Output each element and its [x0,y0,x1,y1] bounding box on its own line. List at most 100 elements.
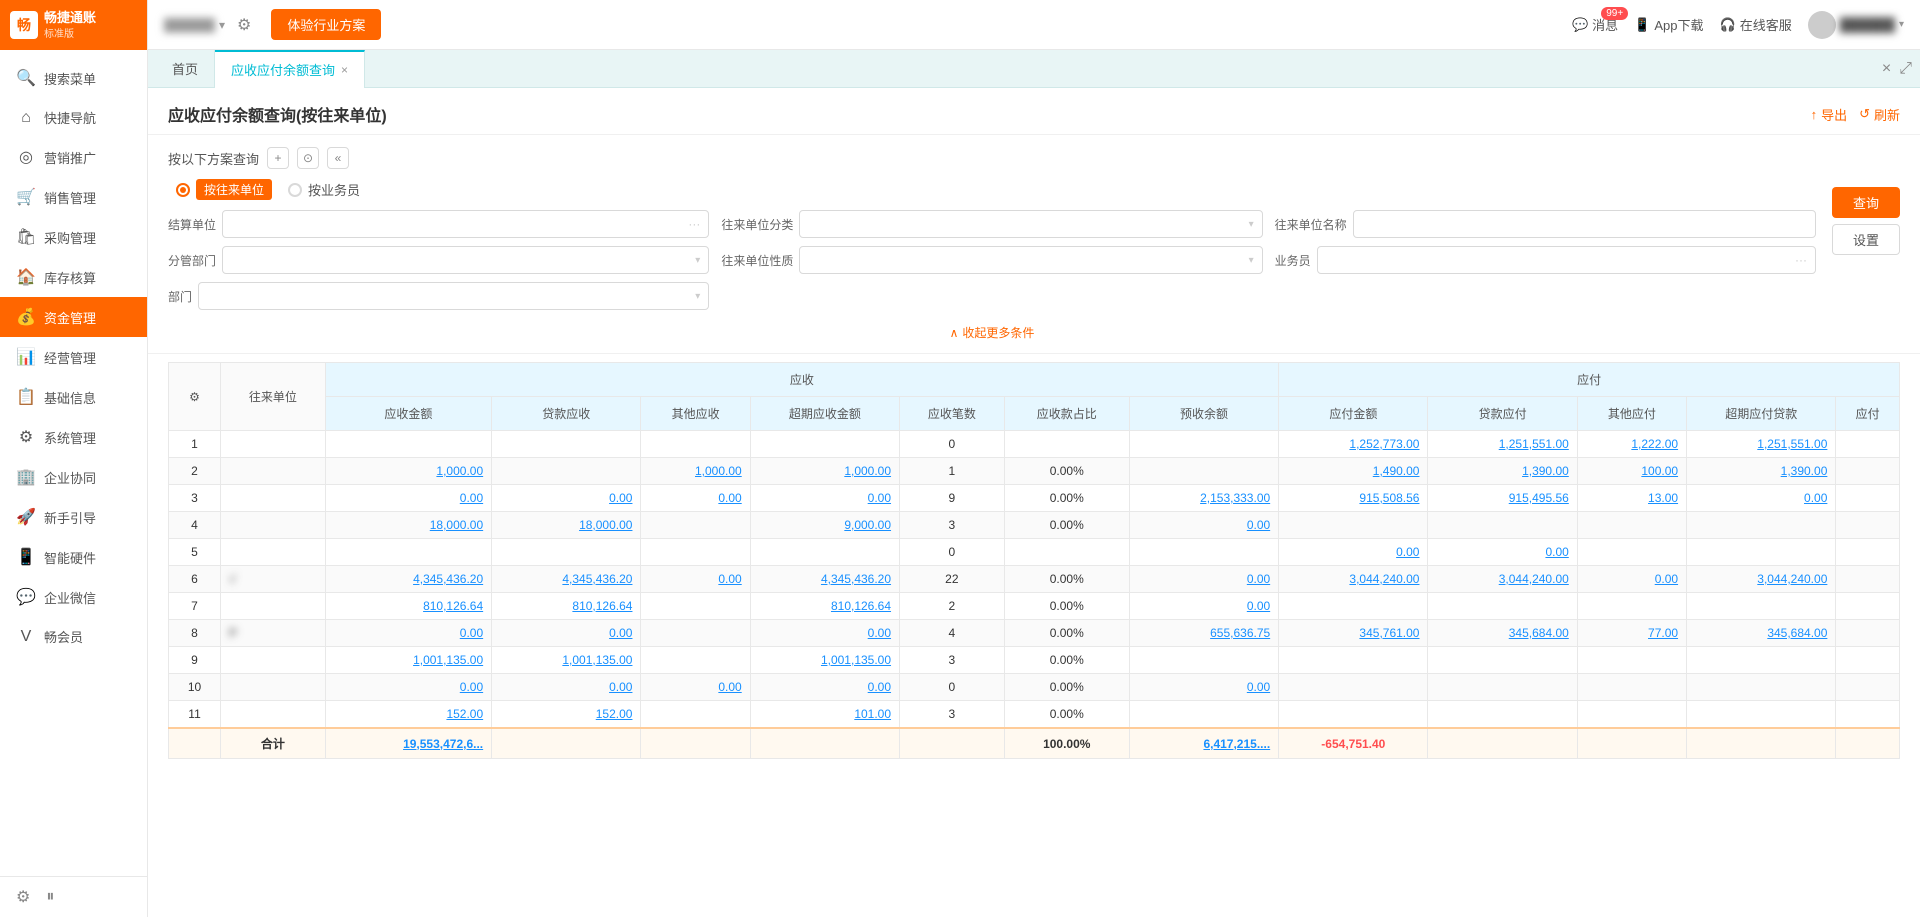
sidebar-item-guide[interactable]: 🚀新手引导 [0,497,147,537]
cell-3[interactable]: 1,001,135.00 [492,647,641,674]
app-download-btn[interactable]: 📱 App下载 [1634,15,1703,34]
cell-9[interactable] [1279,512,1428,539]
cell-10[interactable] [1428,674,1577,701]
cell-10[interactable]: 1,251,551.00 [1428,431,1577,458]
cell-2[interactable]: 0.00 [325,485,491,512]
cell-8[interactable] [1129,431,1278,458]
cell-12[interactable] [1687,701,1836,729]
cell-2[interactable]: 4,345,436.20 [325,566,491,593]
cell-13[interactable] [1836,512,1900,539]
cell-13[interactable] [1836,566,1900,593]
cell-8[interactable] [1129,701,1278,729]
cell-12[interactable]: 345,684.00 [1687,620,1836,647]
cell-13[interactable] [1836,674,1900,701]
cell-9[interactable]: 1,490.00 [1279,458,1428,485]
sidebar-item-smart-hw[interactable]: 📱智能硬件 [0,537,147,577]
cell-9[interactable]: 3,044,240.00 [1279,566,1428,593]
cell-5[interactable] [750,431,899,458]
cell-13[interactable] [1836,701,1900,729]
cell-2[interactable]: 1,001,135.00 [325,647,491,674]
cell-3[interactable] [492,458,641,485]
cell-10[interactable]: 915,495.56 [1428,485,1577,512]
expand-icon[interactable]: ⤢ [1899,60,1912,78]
cell-4[interactable] [641,620,750,647]
cell-10[interactable]: 0.00 [1428,539,1577,566]
cell-2[interactable] [325,539,491,566]
cell-9[interactable]: 1,252,773.00 [1279,431,1428,458]
cell-8[interactable]: 0.00 [1129,512,1278,539]
sidebar-item-sales[interactable]: 🛒销售管理 [0,177,147,217]
cell-4[interactable]: 1,000.00 [641,458,750,485]
cell-4[interactable]: 0.00 [641,485,750,512]
filter-settings-btn[interactable]: ⊙ [297,147,319,169]
filter-option-by-salesman[interactable]: 按业务员 [288,179,360,200]
sidebar-item-purchase[interactable]: 🛍采购管理 [0,217,147,257]
cell-11[interactable]: 100.00 [1577,458,1686,485]
cell-8[interactable]: 655,636.75 [1129,620,1278,647]
sidebar-item-search-menu[interactable]: 🔍搜索菜单 [0,58,147,98]
cell-11[interactable]: 0.00 [1577,566,1686,593]
cell-9[interactable] [1279,593,1428,620]
tab-home[interactable]: 首页 [156,50,215,88]
cell-3[interactable] [492,431,641,458]
cell-3[interactable]: 0.00 [492,485,641,512]
sidebar-item-inventory[interactable]: 🏠库存核算 [0,257,147,297]
cell-3[interactable] [492,539,641,566]
dept-managed-select[interactable]: ▾ [222,246,709,274]
cell-13[interactable] [1836,593,1900,620]
filter-option-by-unit[interactable]: 按往来单位 [176,179,272,200]
tab-close-icon[interactable]: × [341,63,348,77]
cell-11[interactable] [1577,539,1686,566]
cell-4[interactable] [641,431,750,458]
cell-13[interactable] [1836,431,1900,458]
cell-9[interactable] [1279,701,1428,729]
cell-5[interactable]: 101.00 [750,701,899,729]
cell-3[interactable]: 4,345,436.20 [492,566,641,593]
sidebar-item-wechat[interactable]: 💬企业微信 [0,577,147,617]
online-service-btn[interactable]: 🎧 在线客服 [1720,15,1792,34]
cell-4[interactable] [641,593,750,620]
cell-4[interactable] [641,512,750,539]
cell-13[interactable] [1836,458,1900,485]
cell-5[interactable]: 0.00 [750,485,899,512]
sidebar-item-system[interactable]: ⚙系统管理 [0,417,147,457]
cell-2[interactable]: 0.00 [325,620,491,647]
cell-3[interactable]: 810,126.64 [492,593,641,620]
export-btn[interactable]: ↑ 导出 [1811,105,1848,124]
sidebar-item-funds[interactable]: 💰资金管理 [0,297,147,337]
cell-2[interactable]: 0.00 [325,674,491,701]
cell-5[interactable]: 810,126.64 [750,593,899,620]
unit-category-select[interactable]: ▾ [799,210,1262,238]
refresh-btn[interactable]: ↺ 刷新 [1859,105,1900,124]
gear-icon[interactable]: ⚙ [16,887,30,907]
cell-8[interactable] [1129,539,1278,566]
cell-8[interactable]: 2,153,333.00 [1129,485,1278,512]
sidebar-item-operations[interactable]: 📊经营管理 [0,337,147,377]
cell-12[interactable] [1687,593,1836,620]
sidebar-item-basic-info[interactable]: 📋基础信息 [0,377,147,417]
sidebar-item-quick-nav[interactable]: ⌂快捷导航 [0,98,147,137]
cell-2[interactable]: 1,000.00 [325,458,491,485]
cell-3[interactable]: 0.00 [492,674,641,701]
cell-11[interactable] [1577,647,1686,674]
filter-collapse-btn[interactable]: « [327,147,349,169]
cell-11[interactable] [1577,674,1686,701]
cell-8[interactable]: 0.00 [1129,566,1278,593]
query-btn[interactable]: 查询 [1832,187,1900,218]
cell-11[interactable]: 77.00 [1577,620,1686,647]
cell-12[interactable]: 1,390.00 [1687,458,1836,485]
topbar-gear-icon[interactable]: ⚙ [237,15,251,35]
cell-5[interactable]: 0.00 [750,620,899,647]
cell-12[interactable]: 3,044,240.00 [1687,566,1836,593]
cell-9[interactable] [1279,674,1428,701]
cell-12[interactable] [1687,674,1836,701]
cell-3[interactable]: 18,000.00 [492,512,641,539]
cell-13[interactable] [1836,539,1900,566]
cell-9[interactable]: 915,508.56 [1279,485,1428,512]
tab-ar-ap[interactable]: 应收应付余额查询 × [215,50,365,88]
cell-12[interactable] [1687,539,1836,566]
cell-9[interactable]: 345,761.00 [1279,620,1428,647]
pause-icon[interactable]: ⏸ [46,888,54,906]
cell-10[interactable] [1428,647,1577,674]
cell-9[interactable] [1279,647,1428,674]
